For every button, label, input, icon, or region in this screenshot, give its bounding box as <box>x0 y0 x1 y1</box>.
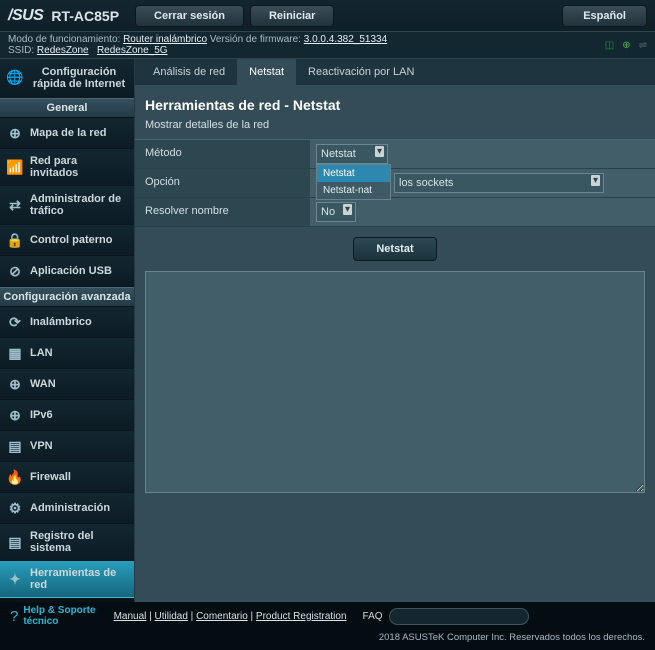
sidebar-item-guest[interactable]: 📶 Red para invitados <box>0 149 134 186</box>
sidebar-item-parental[interactable]: 🔒 Control paterno <box>0 225 134 256</box>
row-resolve-label: Resolver nombre <box>135 198 310 226</box>
method-select[interactable]: Netstat <box>316 144 388 164</box>
label: Inalámbrico <box>30 316 128 328</box>
dropdown-opt-netstat[interactable]: Netstat <box>317 165 390 182</box>
model-name: RT-AC85P <box>51 8 135 24</box>
fire-icon: 🔥 <box>6 468 24 486</box>
sidebar-item-usb[interactable]: ⊘ Aplicación USB <box>0 256 134 287</box>
map-icon: ⊕ <box>6 124 24 142</box>
tab-wol[interactable]: Reactivación por LAN <box>296 59 426 85</box>
link-manual[interactable]: Manual <box>114 611 147 622</box>
fw-label: Versión de firmware: <box>210 34 304 45</box>
label: Control paterno <box>30 234 128 246</box>
sidebar-header-general: General <box>0 98 134 118</box>
sidebar-item-admin[interactable]: ⚙ Administración <box>0 493 134 524</box>
copyright: 2018 ASUSTeK Computer Inc. Reservados to… <box>0 630 655 645</box>
tools-icon: ✦ <box>6 570 24 588</box>
logout-button[interactable]: Cerrar sesión <box>135 5 244 27</box>
help-label[interactable]: Help & Soportetécnico <box>23 605 95 627</box>
tab-analysis[interactable]: Análisis de red <box>141 59 237 85</box>
traffic-icon: ⇄ <box>6 196 24 214</box>
resolve-select[interactable]: No <box>316 202 356 222</box>
lock-icon: 🔒 <box>6 231 24 249</box>
output-area[interactable] <box>145 271 645 493</box>
sidebar: 🌐 Configuración rápida de Internet Gener… <box>0 59 135 602</box>
page-subtitle: Mostrar detalles de la red <box>135 119 655 140</box>
sidebar-item-firewall[interactable]: 🔥 Firewall <box>0 462 134 493</box>
faq-search-input[interactable] <box>389 608 529 625</box>
sidebar-item-lan[interactable]: ▦ LAN <box>0 338 134 369</box>
sidebar-item-map[interactable]: ⊕ Mapa de la red <box>0 118 134 149</box>
label: Administrador de tráfico <box>30 193 128 217</box>
link-product-reg[interactable]: Product Registration <box>256 611 347 622</box>
link-utility[interactable]: Utilidad <box>155 611 188 622</box>
page-title: Herramientas de red - Netstat <box>135 85 655 119</box>
sidebar-item-vpn[interactable]: ▤ VPN <box>0 431 134 462</box>
footer: ? Help & Soportetécnico Manual | Utilida… <box>0 602 655 650</box>
brand-logo: /SUS <box>0 7 51 25</box>
status-icon-2[interactable]: ⊕ <box>622 40 630 51</box>
usb-app-icon: ⊘ <box>6 262 24 280</box>
sidebar-item-wan[interactable]: ⊕ WAN <box>0 369 134 400</box>
label: LAN <box>30 347 128 359</box>
ssid-value-1: RedesZone <box>37 45 89 56</box>
dropdown-opt-netstatnat[interactable]: Netstat-nat <box>317 182 390 199</box>
label: Registro del sistema <box>30 530 128 554</box>
signal-icon: 📶 <box>6 158 24 176</box>
label: Red para invitados <box>30 155 128 179</box>
label: IPv6 <box>30 409 128 421</box>
sidebar-item-nettools[interactable]: ✦ Herramientas de red <box>0 561 134 598</box>
help-icon[interactable]: ? <box>10 608 18 625</box>
label: WAN <box>30 378 128 390</box>
wan-icon: ⊕ <box>6 375 24 393</box>
sidebar-item-syslog[interactable]: ▤ Registro del sistema <box>0 524 134 561</box>
row-option-label: Opción <box>135 169 310 197</box>
mode-label: Modo de funcionamiento: <box>8 34 123 45</box>
sidebar-quick-label: Configuración rápida de Internet <box>30 66 128 90</box>
ssid-label: SSID: <box>8 45 37 56</box>
sidebar-item-ipv6[interactable]: ⊕ IPv6 <box>0 400 134 431</box>
label: Administración <box>30 502 128 514</box>
ssid-value-2: RedesZone_5G <box>97 45 168 56</box>
sidebar-item-wireless[interactable]: ⟳ Inalámbrico <box>0 307 134 338</box>
globe-icon: 🌐 <box>6 69 24 87</box>
label: Herramientas de red <box>30 567 128 591</box>
vpn-icon: ▤ <box>6 437 24 455</box>
label: Mapa de la red <box>30 127 128 139</box>
usb-icon[interactable]: ⇌ <box>639 40 647 51</box>
link-feedback[interactable]: Comentario <box>196 611 248 622</box>
label: Aplicación USB <box>30 265 128 277</box>
wifi-icon: ⟳ <box>6 313 24 331</box>
option-select[interactable]: los sockets <box>394 173 604 193</box>
sidebar-item-traffic[interactable]: ⇄ Administrador de tráfico <box>0 186 134 225</box>
label: Firewall <box>30 471 128 483</box>
status-icon-1[interactable]: ◫ <box>605 40 614 51</box>
status-bar: Modo de funcionamiento: Router inalámbri… <box>0 32 655 59</box>
log-icon: ▤ <box>6 533 24 551</box>
language-select[interactable]: Español <box>562 5 647 27</box>
ipv6-icon: ⊕ <box>6 406 24 424</box>
fw-value[interactable]: 3.0.0.4.382_51334 <box>304 34 387 45</box>
sidebar-quick-setup[interactable]: 🌐 Configuración rápida de Internet <box>0 59 134 98</box>
netstat-button[interactable]: Netstat <box>353 237 436 261</box>
label: VPN <box>30 440 128 452</box>
tab-bar: Análisis de red Netstat Reactivación por… <box>135 59 655 85</box>
footer-links: Manual | Utilidad | Comentario | Product… <box>114 611 347 622</box>
admin-icon: ⚙ <box>6 499 24 517</box>
sidebar-header-advanced: Configuración avanzada <box>0 287 134 307</box>
lan-icon: ▦ <box>6 344 24 362</box>
faq-label: FAQ <box>363 611 383 622</box>
mode-value[interactable]: Router inalámbrico <box>123 34 207 45</box>
row-method-label: Método <box>135 140 310 168</box>
reboot-button[interactable]: Reiniciar <box>250 5 334 27</box>
tab-netstat[interactable]: Netstat <box>237 59 296 85</box>
method-dropdown: Netstat Netstat-nat <box>316 164 391 200</box>
